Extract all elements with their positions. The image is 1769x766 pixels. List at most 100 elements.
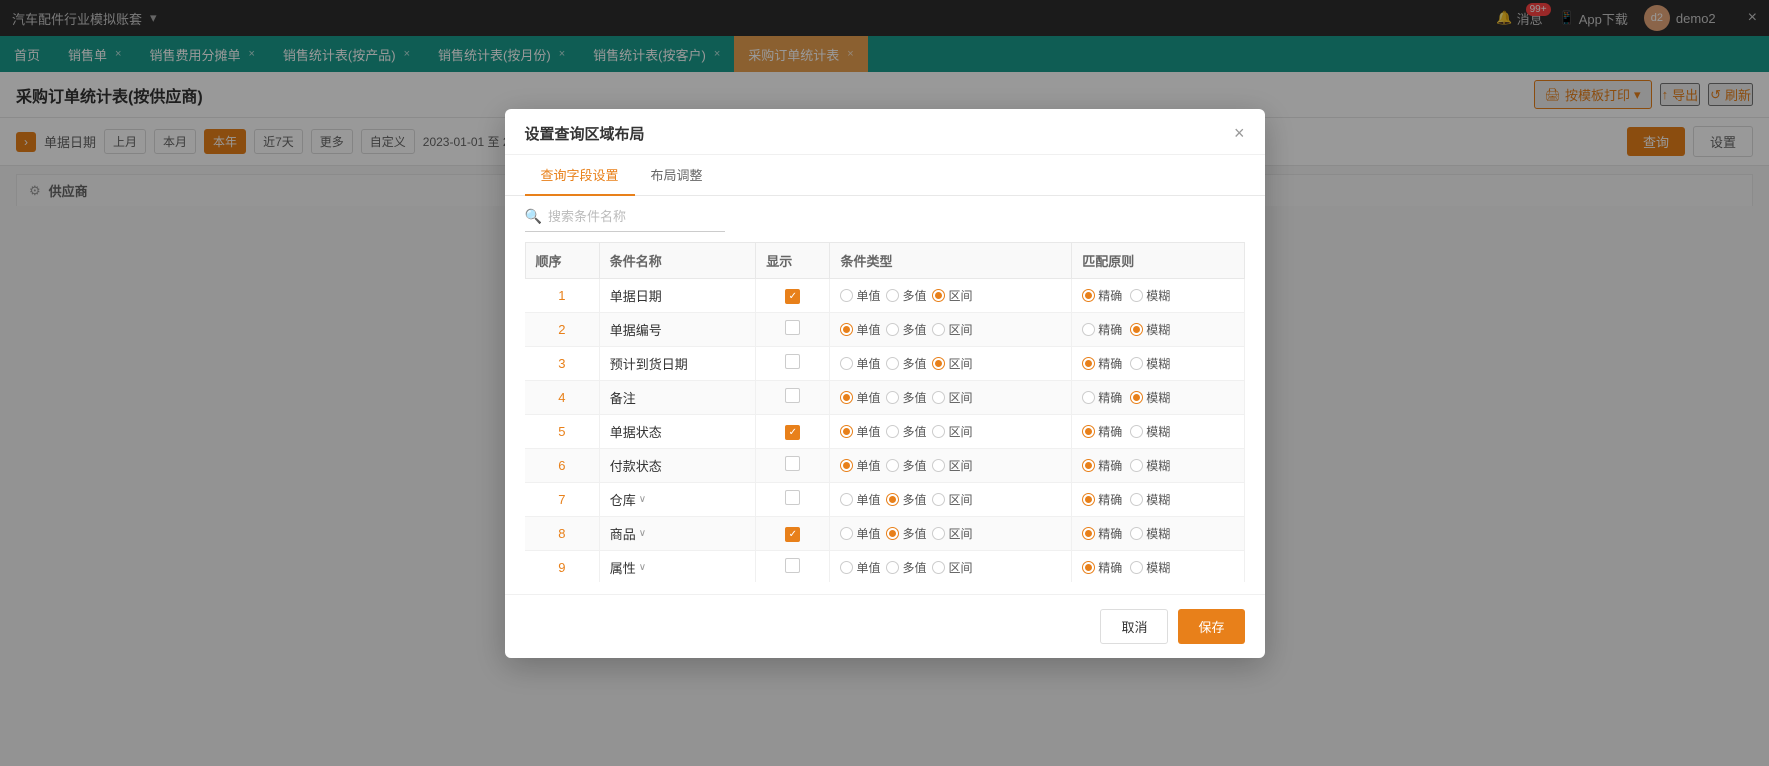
- match-exact-radio[interactable]: [1082, 459, 1095, 472]
- type-range-option[interactable]: 区间: [932, 287, 972, 304]
- match-fuzzy-option[interactable]: 模糊: [1130, 525, 1170, 542]
- match-exact-radio[interactable]: [1082, 391, 1095, 404]
- type-single-option[interactable]: 单值: [840, 389, 880, 406]
- type-multi-option[interactable]: 多值: [886, 287, 926, 304]
- cancel-btn[interactable]: 取消: [1100, 609, 1168, 644]
- match-fuzzy-radio[interactable]: [1130, 493, 1143, 506]
- type-range-option[interactable]: 区间: [932, 457, 972, 474]
- type-range-radio[interactable]: [932, 323, 945, 336]
- type-multi-option[interactable]: 多值: [886, 355, 926, 372]
- dialog-tab-layout[interactable]: 布局调整: [635, 155, 719, 196]
- type-single-radio[interactable]: [840, 289, 853, 302]
- match-exact-option[interactable]: 精确: [1082, 287, 1122, 304]
- type-single-option[interactable]: 单值: [840, 321, 880, 338]
- type-range-option[interactable]: 区间: [932, 559, 972, 576]
- type-single-radio[interactable]: [840, 561, 853, 574]
- type-multi-option[interactable]: 多值: [886, 525, 926, 542]
- type-single-radio[interactable]: [840, 391, 853, 404]
- display-checkbox-8[interactable]: [785, 527, 800, 542]
- type-range-radio[interactable]: [932, 425, 945, 438]
- display-checkbox-2[interactable]: [785, 320, 800, 335]
- type-range-radio[interactable]: [932, 391, 945, 404]
- dialog-tab-query-fields[interactable]: 查询字段设置: [525, 155, 635, 196]
- type-multi-radio[interactable]: [886, 323, 899, 336]
- match-fuzzy-radio[interactable]: [1130, 425, 1143, 438]
- match-exact-option[interactable]: 精确: [1082, 321, 1122, 338]
- match-fuzzy-radio[interactable]: [1130, 357, 1143, 370]
- match-fuzzy-option[interactable]: 模糊: [1130, 423, 1170, 440]
- type-multi-option[interactable]: 多值: [886, 321, 926, 338]
- match-fuzzy-option[interactable]: 模糊: [1130, 389, 1170, 406]
- type-multi-radio[interactable]: [886, 289, 899, 302]
- type-range-option[interactable]: 区间: [932, 389, 972, 406]
- display-checkbox-5[interactable]: [785, 425, 800, 440]
- type-range-radio[interactable]: [932, 289, 945, 302]
- type-single-radio[interactable]: [840, 459, 853, 472]
- type-range-radio[interactable]: [932, 357, 945, 370]
- type-multi-radio[interactable]: [886, 357, 899, 370]
- condition-search-input[interactable]: [548, 209, 725, 224]
- type-range-option[interactable]: 区间: [932, 321, 972, 338]
- type-multi-option[interactable]: 多值: [886, 457, 926, 474]
- type-single-radio[interactable]: [840, 493, 853, 506]
- match-exact-radio[interactable]: [1082, 425, 1095, 438]
- type-multi-option[interactable]: 多值: [886, 559, 926, 576]
- type-multi-option[interactable]: 多值: [886, 423, 926, 440]
- match-exact-radio[interactable]: [1082, 493, 1095, 506]
- display-checkbox-1[interactable]: [785, 289, 800, 304]
- type-multi-option[interactable]: 多值: [886, 389, 926, 406]
- match-exact-radio[interactable]: [1082, 527, 1095, 540]
- type-single-radio[interactable]: [840, 323, 853, 336]
- type-single-option[interactable]: 单值: [840, 491, 880, 508]
- type-multi-radio[interactable]: [886, 561, 899, 574]
- type-range-option[interactable]: 区间: [932, 525, 972, 542]
- display-checkbox-4[interactable]: [785, 388, 800, 403]
- match-fuzzy-radio[interactable]: [1130, 561, 1143, 574]
- type-range-option[interactable]: 区间: [932, 355, 972, 372]
- match-fuzzy-radio[interactable]: [1130, 391, 1143, 404]
- match-exact-option[interactable]: 精确: [1082, 525, 1122, 542]
- match-fuzzy-radio[interactable]: [1130, 527, 1143, 540]
- match-exact-option[interactable]: 精确: [1082, 389, 1122, 406]
- display-checkbox-3[interactable]: [785, 354, 800, 369]
- type-multi-option[interactable]: 多值: [886, 491, 926, 508]
- match-exact-option[interactable]: 精确: [1082, 559, 1122, 576]
- type-multi-radio[interactable]: [886, 459, 899, 472]
- type-single-option[interactable]: 单值: [840, 287, 880, 304]
- type-multi-radio[interactable]: [886, 527, 899, 540]
- type-single-radio[interactable]: [840, 425, 853, 438]
- type-single-radio[interactable]: [840, 527, 853, 540]
- match-fuzzy-option[interactable]: 模糊: [1130, 287, 1170, 304]
- type-single-option[interactable]: 单值: [840, 457, 880, 474]
- match-exact-option[interactable]: 精确: [1082, 457, 1122, 474]
- type-single-option[interactable]: 单值: [840, 355, 880, 372]
- dropdown-label[interactable]: 属性 ∨: [610, 558, 745, 577]
- dropdown-label[interactable]: 商品 ∨: [610, 524, 745, 543]
- match-fuzzy-option[interactable]: 模糊: [1130, 321, 1170, 338]
- type-range-option[interactable]: 区间: [932, 491, 972, 508]
- save-btn[interactable]: 保存: [1178, 609, 1244, 644]
- type-multi-radio[interactable]: [886, 493, 899, 506]
- match-exact-radio[interactable]: [1082, 289, 1095, 302]
- match-exact-option[interactable]: 精确: [1082, 491, 1122, 508]
- type-single-option[interactable]: 单值: [840, 525, 880, 542]
- type-range-radio[interactable]: [932, 493, 945, 506]
- type-single-option[interactable]: 单值: [840, 559, 880, 576]
- type-single-radio[interactable]: [840, 357, 853, 370]
- match-exact-radio[interactable]: [1082, 323, 1095, 336]
- match-exact-radio[interactable]: [1082, 561, 1095, 574]
- display-checkbox-7[interactable]: [785, 490, 800, 505]
- type-multi-radio[interactable]: [886, 425, 899, 438]
- match-fuzzy-radio[interactable]: [1130, 459, 1143, 472]
- match-fuzzy-option[interactable]: 模糊: [1130, 559, 1170, 576]
- match-fuzzy-option[interactable]: 模糊: [1130, 491, 1170, 508]
- type-multi-radio[interactable]: [886, 391, 899, 404]
- type-range-option[interactable]: 区间: [932, 423, 972, 440]
- match-exact-radio[interactable]: [1082, 357, 1095, 370]
- type-single-option[interactable]: 单值: [840, 423, 880, 440]
- type-range-radio[interactable]: [932, 527, 945, 540]
- type-range-radio[interactable]: [932, 561, 945, 574]
- dropdown-label[interactable]: 仓库 ∨: [610, 490, 745, 509]
- dialog-close-btn[interactable]: ×: [1234, 124, 1245, 142]
- match-exact-option[interactable]: 精确: [1082, 355, 1122, 372]
